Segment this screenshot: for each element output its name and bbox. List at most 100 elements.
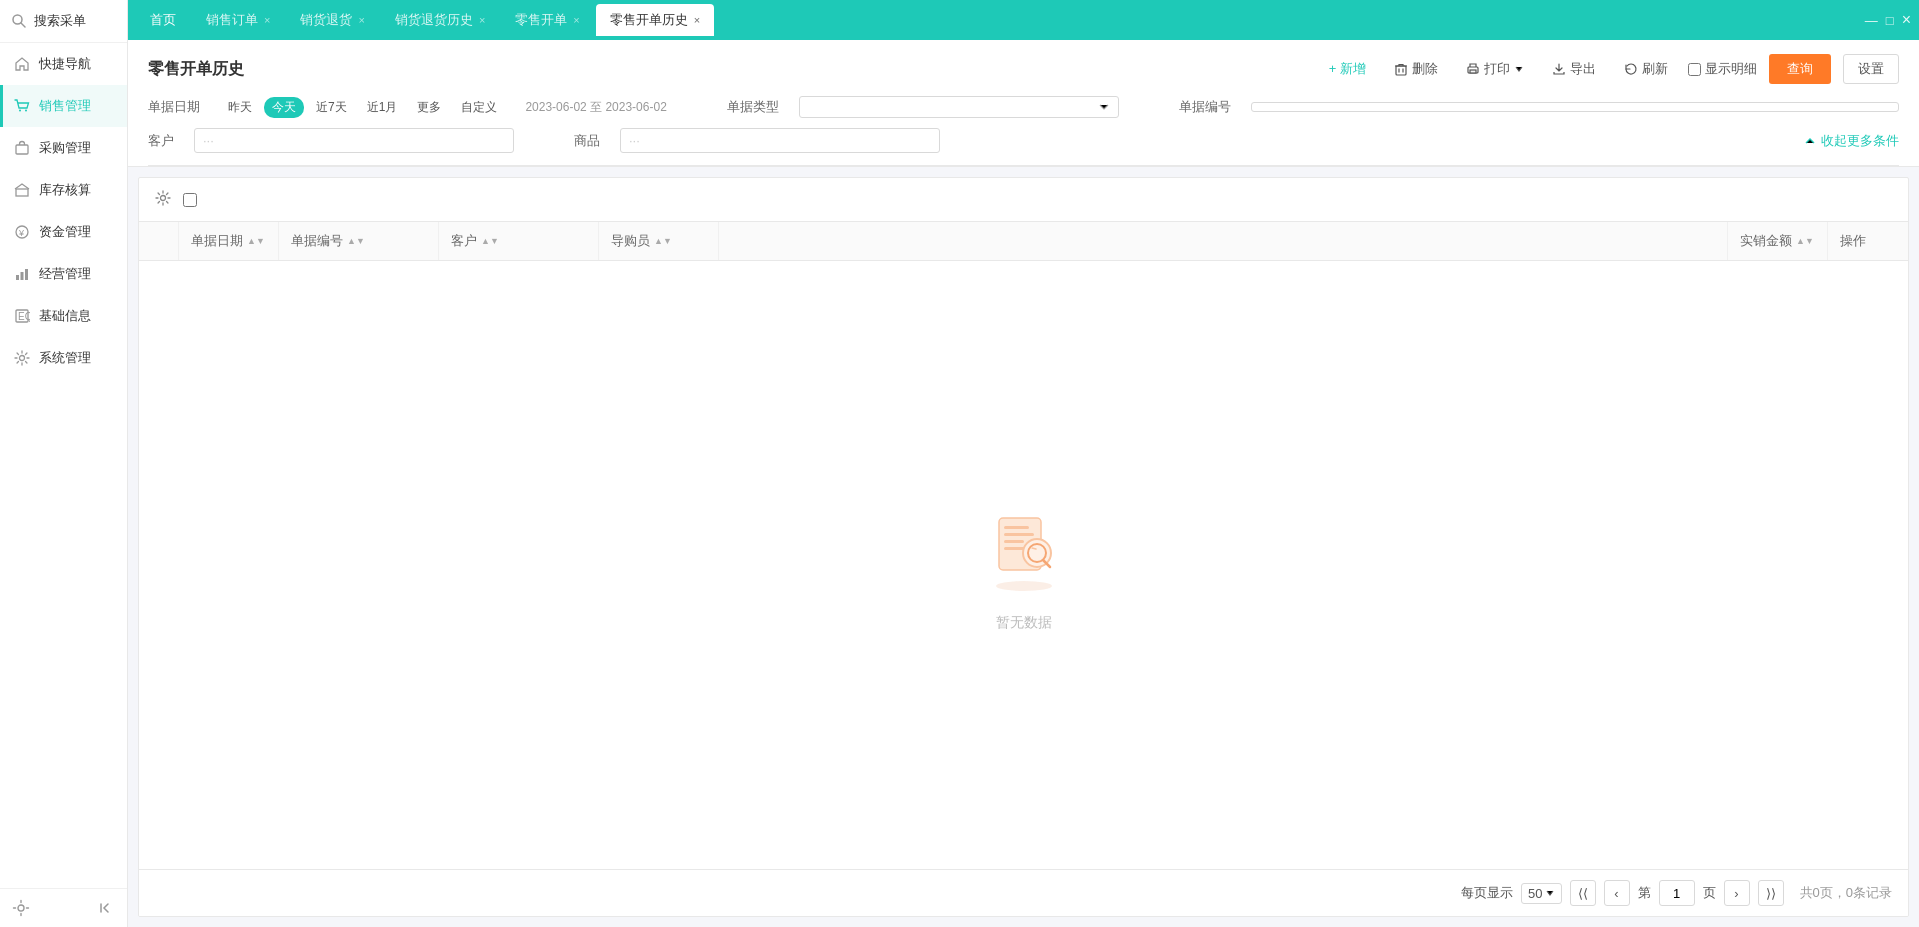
date-btn-last1month[interactable]: 近1月 [359,97,406,118]
sidebar-item-finance[interactable]: ¥ 资金管理 [0,211,127,253]
show-detail-label: 显示明细 [1705,60,1757,78]
svg-point-18 [161,196,166,201]
svg-rect-23 [1004,540,1024,543]
sidebar-item-label: 资金管理 [39,223,91,241]
sidebar-item-system[interactable]: 系统管理 [0,337,127,379]
page-size-dropdown-icon [1545,888,1555,898]
page-label-pre: 第 [1638,884,1651,902]
tab-sales-return[interactable]: 销货退货 × [286,4,378,36]
date-range-display: 2023-06-02 至 2023-06-02 [525,99,666,116]
sidebar-item-operation[interactable]: 经营管理 [0,253,127,295]
date-btn-last7[interactable]: 近7天 [308,97,355,118]
main: 首页 销售订单 × 销货退货 × 销货退货历史 × 零售开单 × 零售开单历史 … [128,0,1919,927]
svg-point-19 [996,581,1052,591]
tab-retail-open-history[interactable]: 零售开单历史 × [596,4,714,36]
sort-salesperson-icon[interactable]: ▲▼ [654,237,672,246]
tab-sales-return-history-close[interactable]: × [479,14,485,26]
total-label: 共0页，0条记录 [1800,884,1892,902]
sort-customer-icon[interactable]: ▲▼ [481,237,499,246]
table-toolbar [139,178,1908,222]
date-btn-more[interactable]: 更多 [409,97,449,118]
prev-page-btn[interactable]: ‹ [1604,880,1630,906]
show-detail-checkbox[interactable]: 显示明细 [1688,60,1757,78]
date-btn-custom[interactable]: 自定义 [453,97,505,118]
delete-button[interactable]: 删除 [1386,56,1446,82]
chevron-down-icon [1098,101,1110,113]
tab-retail-open-history-label: 零售开单历史 [610,11,688,29]
goods-value: ··· [629,133,931,148]
collapse-btn[interactable]: 收起更多条件 [1803,132,1899,150]
sidebar-item-sales-mgmt[interactable]: 销售管理 [0,85,127,127]
add-button[interactable]: + 新增 [1321,56,1374,82]
settings-footer-icon[interactable] [12,899,30,917]
sidebar-item-label: 基础信息 [39,307,91,325]
tab-retail-open-close[interactable]: × [573,14,579,26]
page-title: 零售开单历史 [148,59,244,80]
page-header: 零售开单历史 + 新增 删除 打印 导出 [128,40,1919,167]
sidebar-item-basic-info[interactable]: EQ 基础信息 [0,295,127,337]
tab-sales-return-history[interactable]: 销货退货历史 × [381,4,499,36]
sort-date-icon[interactable]: ▲▼ [247,237,265,246]
tab-home[interactable]: 首页 [136,4,190,36]
sidebar-item-inventory[interactable]: 库存核算 [0,169,127,211]
th-salesperson[interactable]: 导购员 ▲▼ [599,222,719,260]
pagination: 每页显示 50 ⟨⟨ ‹ 第 页 › ⟩⟩ 共0页，0条记录 [139,869,1908,916]
table-area: 单据日期 ▲▼ 单据编号 ▲▼ 客户 ▲▼ 导购员 ▲▼ 实销金额 [138,177,1909,917]
sidebar-item-quick-nav[interactable]: 快捷导航 [0,43,127,85]
svg-rect-4 [16,189,28,196]
th-number[interactable]: 单据编号 ▲▼ [279,222,439,260]
tab-retail-open[interactable]: 零售开单 × [501,4,593,36]
th-empty [719,222,1728,260]
svg-point-1 [19,110,21,112]
sidebar-search[interactable]: 搜索采单 [0,0,127,43]
print-label: 打印 [1484,60,1510,78]
window-minimize[interactable]: — [1865,13,1878,28]
th-amount[interactable]: 实销金额 ▲▼ [1728,222,1828,260]
show-detail-input[interactable] [1688,63,1701,76]
svg-line-28 [1032,548,1036,549]
tab-sales-return-close[interactable]: × [358,14,364,26]
table-header: 单据日期 ▲▼ 单据编号 ▲▼ 客户 ▲▼ 导购员 ▲▼ 实销金额 [139,222,1908,261]
next-page-btn[interactable]: › [1724,880,1750,906]
sort-number-icon[interactable]: ▲▼ [347,237,365,246]
last-page-btn[interactable]: ⟩⟩ [1758,880,1784,906]
th-customer[interactable]: 客户 ▲▼ [439,222,599,260]
settings-button[interactable]: 设置 [1843,54,1899,84]
svg-rect-21 [1004,526,1029,529]
th-date-label: 单据日期 [191,232,243,250]
th-date[interactable]: 单据日期 ▲▼ [179,222,279,260]
tab-sales-order[interactable]: 销售订单 × [192,4,284,36]
tab-sales-order-close[interactable]: × [264,14,270,26]
doc-type-label: 单据类型 [727,98,779,116]
window-maximize[interactable]: □ [1886,13,1894,28]
empty-state: 暂无数据 [139,261,1908,869]
tab-retail-open-history-close[interactable]: × [694,14,700,26]
tab-sales-return-history-label: 销货退货历史 [395,11,473,29]
refresh-button[interactable]: 刷新 [1616,56,1676,82]
tab-sales-return-label: 销货退货 [300,11,352,29]
date-btn-yesterday[interactable]: 昨天 [220,97,260,118]
doc-type-select[interactable] [799,96,1119,118]
doc-num-input[interactable] [1251,102,1899,112]
th-amount-label: 实销金额 [1740,232,1792,250]
window-close[interactable]: × [1902,11,1911,29]
query-button[interactable]: 查询 [1769,54,1831,84]
date-btn-today[interactable]: 今天 [264,97,304,118]
first-page-btn[interactable]: ⟨⟨ [1570,880,1596,906]
goods-input[interactable]: ··· [620,128,940,153]
select-all-checkbox[interactable] [183,193,197,207]
sidebar-item-label: 采购管理 [39,139,91,157]
page-number-input[interactable] [1659,880,1695,906]
window-controls: — □ × [1865,11,1911,29]
sidebar-item-label: 销售管理 [39,97,91,115]
sidebar-item-purchase-mgmt[interactable]: 采购管理 [0,127,127,169]
print-button[interactable]: 打印 [1458,56,1532,82]
export-button[interactable]: 导出 [1544,56,1604,82]
sort-amount-icon[interactable]: ▲▼ [1796,237,1814,246]
page-size-select[interactable]: 50 [1521,883,1561,904]
table-settings-btn[interactable] [151,186,175,213]
home-icon [13,55,31,73]
customer-input[interactable]: ··· [194,128,514,153]
svg-rect-8 [21,272,24,280]
collapse-sidebar-icon[interactable] [97,899,115,917]
